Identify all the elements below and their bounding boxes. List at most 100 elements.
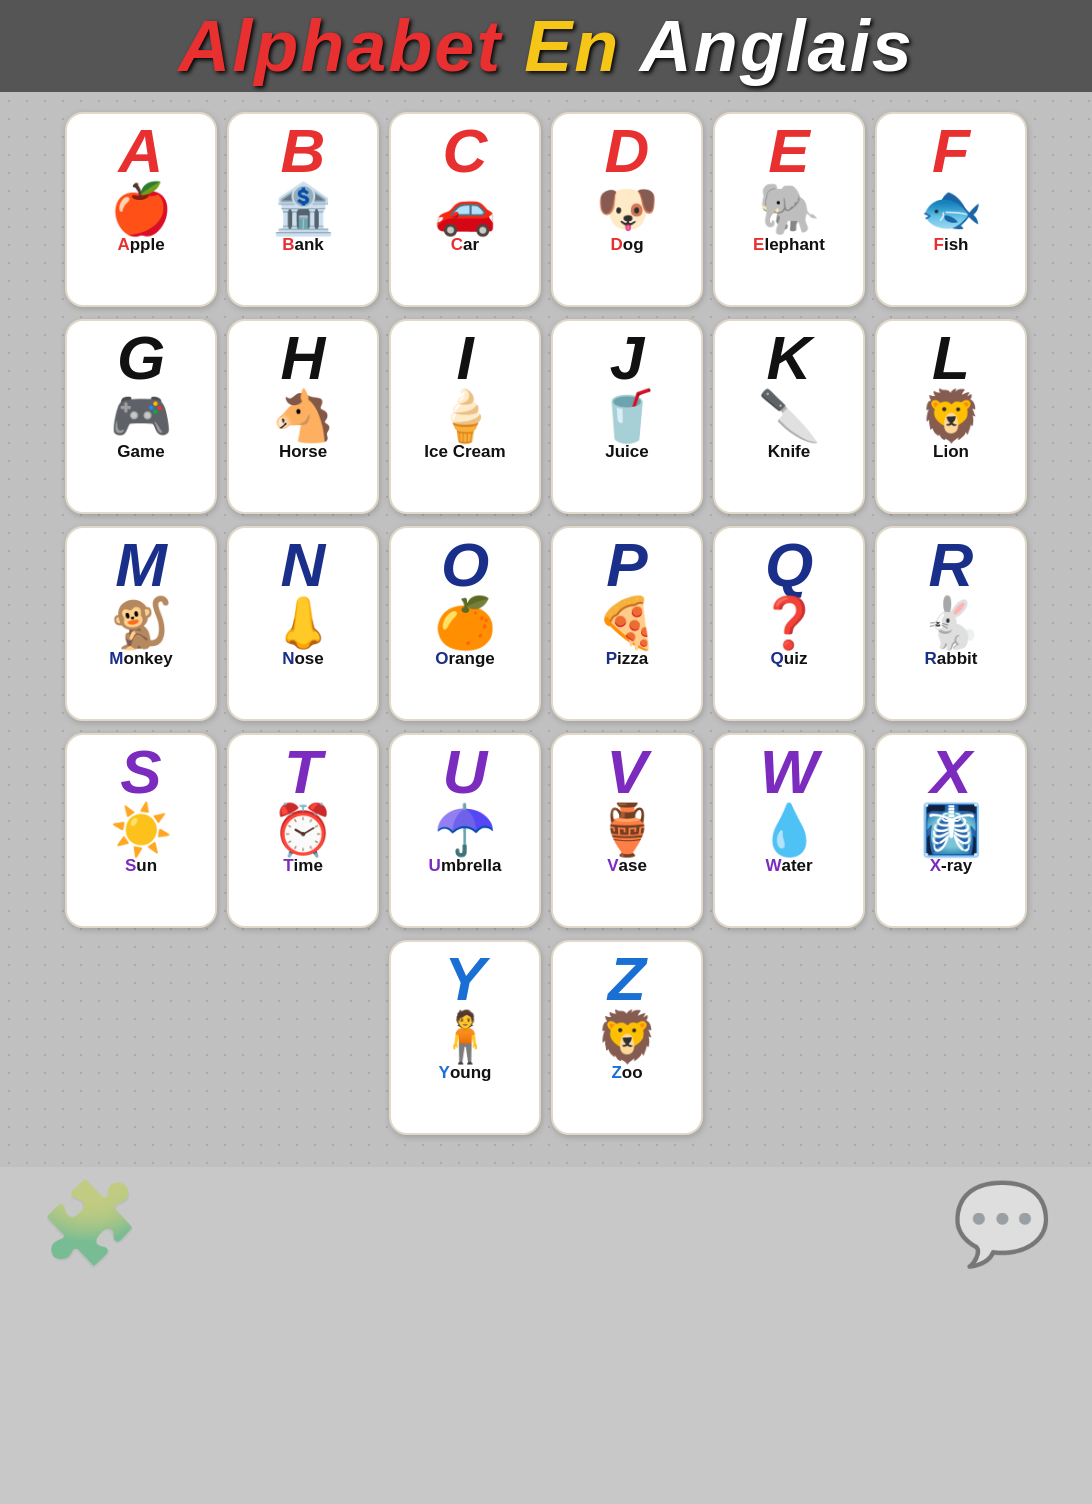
label-rest: nife bbox=[780, 442, 810, 461]
card-v[interactable]: V🏺Vase bbox=[551, 733, 703, 928]
icon-juice: 🥤 bbox=[596, 391, 658, 441]
label-elephant: Elephant bbox=[753, 236, 825, 255]
title-alphabet: Alphabet bbox=[178, 6, 502, 86]
card-f[interactable]: F🐟 Fish bbox=[875, 112, 1027, 307]
card-u[interactable]: U☂️Umbrella bbox=[389, 733, 541, 928]
label-first-letter: J bbox=[605, 442, 614, 461]
label-rest: onkey bbox=[124, 649, 173, 668]
label-rest: ime bbox=[294, 856, 323, 875]
card-s[interactable]: S☀️Sun bbox=[65, 733, 217, 928]
icon-elephant: 🐘 bbox=[758, 184, 820, 234]
label-first-letter: Q bbox=[771, 649, 784, 668]
label-first-letter: Z bbox=[611, 1063, 621, 1082]
letter-d: D bbox=[605, 120, 650, 182]
icon-bank: 🏦 bbox=[272, 184, 334, 234]
card-o[interactable]: O🍊Orange bbox=[389, 526, 541, 721]
label-rest: lephant bbox=[764, 235, 824, 254]
letter-o: O bbox=[441, 534, 489, 596]
label-juice: Juice bbox=[605, 443, 649, 462]
card-c[interactable]: C🚗Car bbox=[389, 112, 541, 307]
letter-b: B bbox=[281, 120, 326, 182]
label-rabbit: Rabbit bbox=[925, 650, 978, 669]
icon-time: ⏰ bbox=[272, 805, 334, 855]
icon-apple: 🍎 bbox=[110, 184, 172, 234]
letter-a: A bbox=[119, 120, 164, 182]
card-t[interactable]: T⏰Time bbox=[227, 733, 379, 928]
label-first-letter: R bbox=[925, 649, 937, 668]
label-rest: oung bbox=[450, 1063, 492, 1082]
label-first-letter: V bbox=[607, 856, 618, 875]
card-n[interactable]: N👃 Nose bbox=[227, 526, 379, 721]
letter-f: F bbox=[932, 120, 970, 182]
card-j[interactable]: J🥤 Juice bbox=[551, 319, 703, 514]
label-bank: Bank bbox=[282, 236, 324, 255]
alphabet-row-3: M🐒Monkey N👃 Nose O🍊OrangeP🍕PizzaQ❓QuizR🐇Rab… bbox=[14, 526, 1078, 721]
card-b[interactable]: B🏦 Bank bbox=[227, 112, 379, 307]
icon-knife: 🔪 bbox=[758, 391, 820, 441]
card-z[interactable]: Z🦁Zoo bbox=[551, 940, 703, 1135]
label-first-letter: E bbox=[753, 235, 764, 254]
label-first-letter: T bbox=[283, 856, 293, 875]
card-e[interactable]: E🐘 Elephant bbox=[713, 112, 865, 307]
label-first-letter: L bbox=[933, 442, 943, 461]
card-g[interactable]: G🎮Game bbox=[65, 319, 217, 514]
icon-dog: 🐶 bbox=[596, 184, 658, 234]
letter-l: L bbox=[932, 327, 970, 389]
label-orange: Orange bbox=[435, 650, 495, 669]
label-first-letter: M bbox=[109, 649, 123, 668]
label-first-letter: F bbox=[934, 235, 944, 254]
icon-game: 🎮 bbox=[110, 391, 172, 441]
label-horse: Horse bbox=[279, 443, 327, 462]
letter-p: P bbox=[606, 534, 647, 596]
label-car: Car bbox=[451, 236, 479, 255]
title-anglais: Anglais bbox=[640, 6, 914, 86]
icon-x-ray: 🩻 bbox=[920, 805, 982, 855]
card-a[interactable]: A🍎Apple bbox=[65, 112, 217, 307]
card-i[interactable]: I🍦Ice Cream bbox=[389, 319, 541, 514]
letter-x: X bbox=[930, 741, 971, 803]
label-rest: un bbox=[136, 856, 157, 875]
card-r[interactable]: R🐇Rabbit bbox=[875, 526, 1027, 721]
label-umbrella: Umbrella bbox=[429, 857, 502, 876]
label-fish: Fish bbox=[934, 236, 969, 255]
card-d[interactable]: D🐶Dog bbox=[551, 112, 703, 307]
label-first-letter: P bbox=[606, 649, 617, 668]
icon-vase: 🏺 bbox=[596, 805, 658, 855]
card-y[interactable]: Y🧍Young bbox=[389, 940, 541, 1135]
label-nose: Nose bbox=[282, 650, 324, 669]
alphabet-row-2: G🎮GameH🐴HorseI🍦Ice Cream J🥤 Juice K🔪Knife L🦁… bbox=[14, 319, 1078, 514]
label-first-letter: U bbox=[429, 856, 441, 875]
card-k[interactable]: K🔪Knife bbox=[713, 319, 865, 514]
card-x[interactable]: X🩻 X-ray bbox=[875, 733, 1027, 928]
label-lion: Lion bbox=[933, 443, 969, 462]
card-h[interactable]: H🐴Horse bbox=[227, 319, 379, 514]
label-x-ray: X-ray bbox=[930, 857, 973, 876]
letter-m: M bbox=[115, 534, 167, 596]
title-en: En bbox=[524, 6, 620, 86]
card-l[interactable]: L🦁Lion bbox=[875, 319, 1027, 514]
label-rest: ase bbox=[618, 856, 646, 875]
icon-water: 💧 bbox=[758, 805, 820, 855]
label-rest: og bbox=[623, 235, 644, 254]
card-w[interactable]: W💧Water bbox=[713, 733, 865, 928]
icon-nose: 👃 bbox=[272, 598, 334, 648]
label-first-letter: O bbox=[435, 649, 448, 668]
icon-fish: 🐟 bbox=[920, 184, 982, 234]
letter-n: N bbox=[281, 534, 326, 596]
label-first-letter: D bbox=[610, 235, 622, 254]
letter-g: G bbox=[117, 327, 165, 389]
label-first-letter: G bbox=[117, 442, 130, 461]
label-rest: pple bbox=[130, 235, 165, 254]
label-first-letter: S bbox=[125, 856, 136, 875]
icon-lion: 🦁 bbox=[920, 391, 982, 441]
label-rest: ion bbox=[943, 442, 969, 461]
label-pizza: Pizza bbox=[606, 650, 649, 669]
label-rest: uice bbox=[615, 442, 649, 461]
label-rest: ce Cream bbox=[429, 442, 506, 461]
label-first-letter: Y bbox=[439, 1063, 450, 1082]
card-m[interactable]: M🐒Monkey bbox=[65, 526, 217, 721]
card-p[interactable]: P🍕Pizza bbox=[551, 526, 703, 721]
letter-r: R bbox=[929, 534, 974, 596]
card-q[interactable]: Q❓Quiz bbox=[713, 526, 865, 721]
label-dog: Dog bbox=[610, 236, 643, 255]
